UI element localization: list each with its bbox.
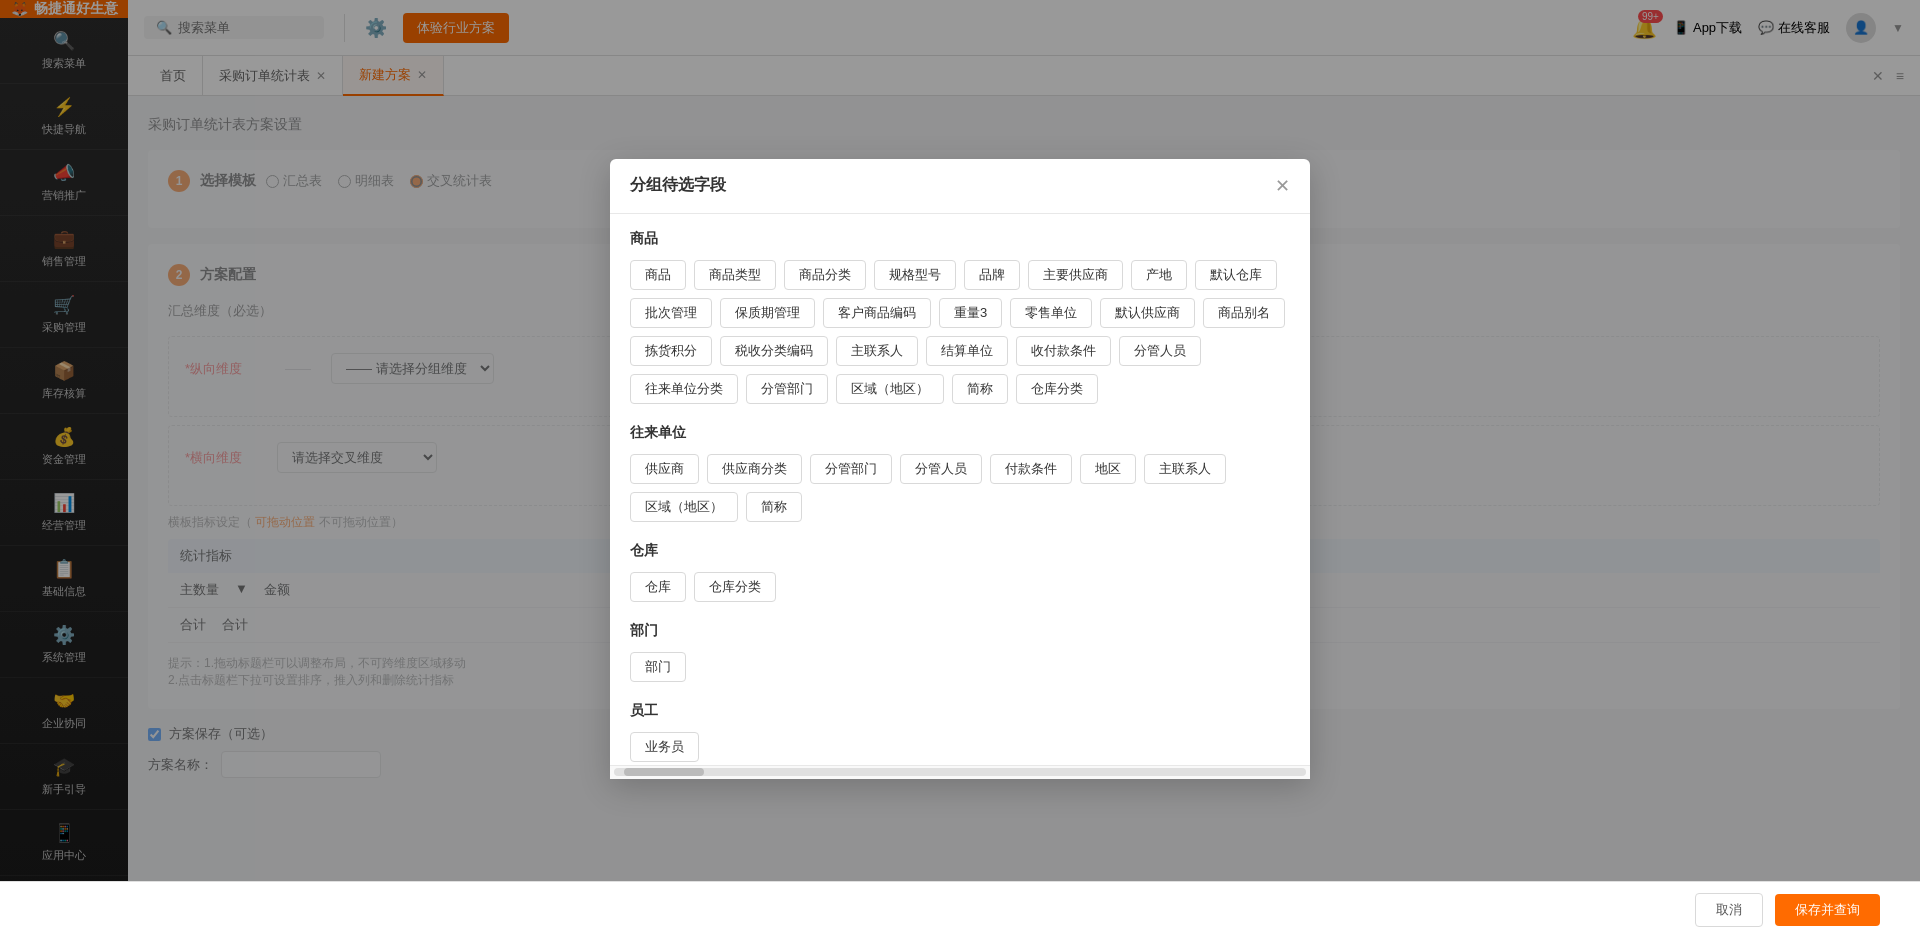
field-tag-仓库分类[interactable]: 仓库分类	[694, 572, 776, 602]
field-tags-warehouse: 仓库仓库分类	[630, 572, 1290, 602]
field-section-title-warehouse: 仓库	[630, 542, 1290, 560]
field-section-warehouse: 仓库仓库仓库分类	[630, 542, 1290, 602]
field-tag-保质期管理[interactable]: 保质期管理	[720, 298, 815, 328]
field-section-partner: 往来单位供应商供应商分类分管部门分管人员付款条件地区主联系人区域（地区） 简称	[630, 424, 1290, 522]
field-tag-商品[interactable]: 商品	[630, 260, 686, 290]
field-tag-供应商分类[interactable]: 供应商分类	[707, 454, 802, 484]
field-tag-商品类型[interactable]: 商品类型	[694, 260, 776, 290]
field-tag-分管部门[interactable]: 分管部门	[746, 374, 828, 404]
field-tags-goods: 商品商品类型商品分类规格型号品牌主要供应商产地默认仓库批次管理保质期管理客户商品…	[630, 260, 1290, 404]
field-tag-仓库分类[interactable]: 仓库分类	[1016, 374, 1098, 404]
field-tag-默认供应商[interactable]: 默认供应商	[1100, 298, 1195, 328]
modal-body[interactable]: 商品商品商品类型商品分类规格型号品牌主要供应商产地默认仓库批次管理保质期管理客户…	[610, 214, 1310, 766]
field-tag-付款条件[interactable]: 付款条件	[990, 454, 1072, 484]
save-query-button[interactable]: 保存并查询	[1775, 894, 1880, 926]
field-section-title-employee: 员工	[630, 702, 1290, 720]
field-tag-往来单位分类[interactable]: 往来单位分类	[630, 374, 738, 404]
field-picker-modal: 分组待选字段 ✕ 商品商品商品类型商品分类规格型号品牌主要供应商产地默认仓库批次…	[610, 159, 1310, 779]
field-section-title-department: 部门	[630, 622, 1290, 640]
field-tag-分管部门[interactable]: 分管部门	[810, 454, 892, 484]
field-section-title-partner: 往来单位	[630, 424, 1290, 442]
field-tag-重量3[interactable]: 重量3	[939, 298, 1002, 328]
field-tag-产地[interactable]: 产地	[1131, 260, 1187, 290]
field-tag-商品别名[interactable]: 商品别名	[1203, 298, 1285, 328]
modal-horizontal-scrollbar[interactable]	[610, 765, 1310, 778]
field-section-title-goods: 商品	[630, 230, 1290, 248]
field-section-employee: 员工业务员	[630, 702, 1290, 762]
field-tag-业务员[interactable]: 业务员	[630, 732, 699, 762]
field-tags-department: 部门	[630, 652, 1290, 682]
field-tag-默认仓库[interactable]: 默认仓库	[1195, 260, 1277, 290]
hscroll-track	[614, 768, 1306, 776]
field-tag-收付款条件[interactable]: 收付款条件	[1016, 336, 1111, 366]
field-tag-仓库[interactable]: 仓库	[630, 572, 686, 602]
field-tag-区域（地区）[interactable]: 区域（地区）	[836, 374, 944, 404]
field-section-goods: 商品商品商品类型商品分类规格型号品牌主要供应商产地默认仓库批次管理保质期管理客户…	[630, 230, 1290, 404]
hscroll-thumb[interactable]	[624, 768, 704, 776]
field-tag-主要供应商[interactable]: 主要供应商	[1028, 260, 1123, 290]
field-tags-employee: 业务员	[630, 732, 1290, 762]
field-tag-简称[interactable]: 简称	[952, 374, 1008, 404]
field-tag-主联系人[interactable]: 主联系人	[836, 336, 918, 366]
field-tag-地区[interactable]: 地区	[1080, 454, 1136, 484]
field-tag-分管人员[interactable]: 分管人员	[900, 454, 982, 484]
field-tag-分管人员[interactable]: 分管人员	[1119, 336, 1201, 366]
field-tag-税收分类编码[interactable]: 税收分类编码	[720, 336, 828, 366]
field-tag-品牌[interactable]: 品牌	[964, 260, 1020, 290]
field-tag-商品分类[interactable]: 商品分类	[784, 260, 866, 290]
cancel-button[interactable]: 取消	[1695, 893, 1763, 927]
field-tag-批次管理[interactable]: 批次管理	[630, 298, 712, 328]
field-tag-客户商品编码[interactable]: 客户商品编码	[823, 298, 931, 328]
field-tag-部门[interactable]: 部门	[630, 652, 686, 682]
field-tag-区域（地区）[interactable]: 区域（地区）	[630, 492, 738, 522]
field-tag-规格型号[interactable]: 规格型号	[874, 260, 956, 290]
field-tag-结算单位[interactable]: 结算单位	[926, 336, 1008, 366]
field-section-department: 部门部门	[630, 622, 1290, 682]
modal-header: 分组待选字段 ✕	[610, 159, 1310, 214]
modal-close-button[interactable]: ✕	[1275, 175, 1290, 197]
field-tags-partner: 供应商供应商分类分管部门分管人员付款条件地区主联系人区域（地区） 简称	[630, 454, 1290, 522]
field-tag-简称[interactable]: 简称	[746, 492, 802, 522]
modal-title: 分组待选字段	[630, 175, 726, 196]
field-tag-供应商[interactable]: 供应商	[630, 454, 699, 484]
bottom-bar: 取消 保存并查询	[0, 881, 1920, 937]
field-tag-主联系人[interactable]: 主联系人	[1144, 454, 1226, 484]
field-tag-零售单位[interactable]: 零售单位	[1010, 298, 1092, 328]
field-tag-拣货积分[interactable]: 拣货积分	[630, 336, 712, 366]
